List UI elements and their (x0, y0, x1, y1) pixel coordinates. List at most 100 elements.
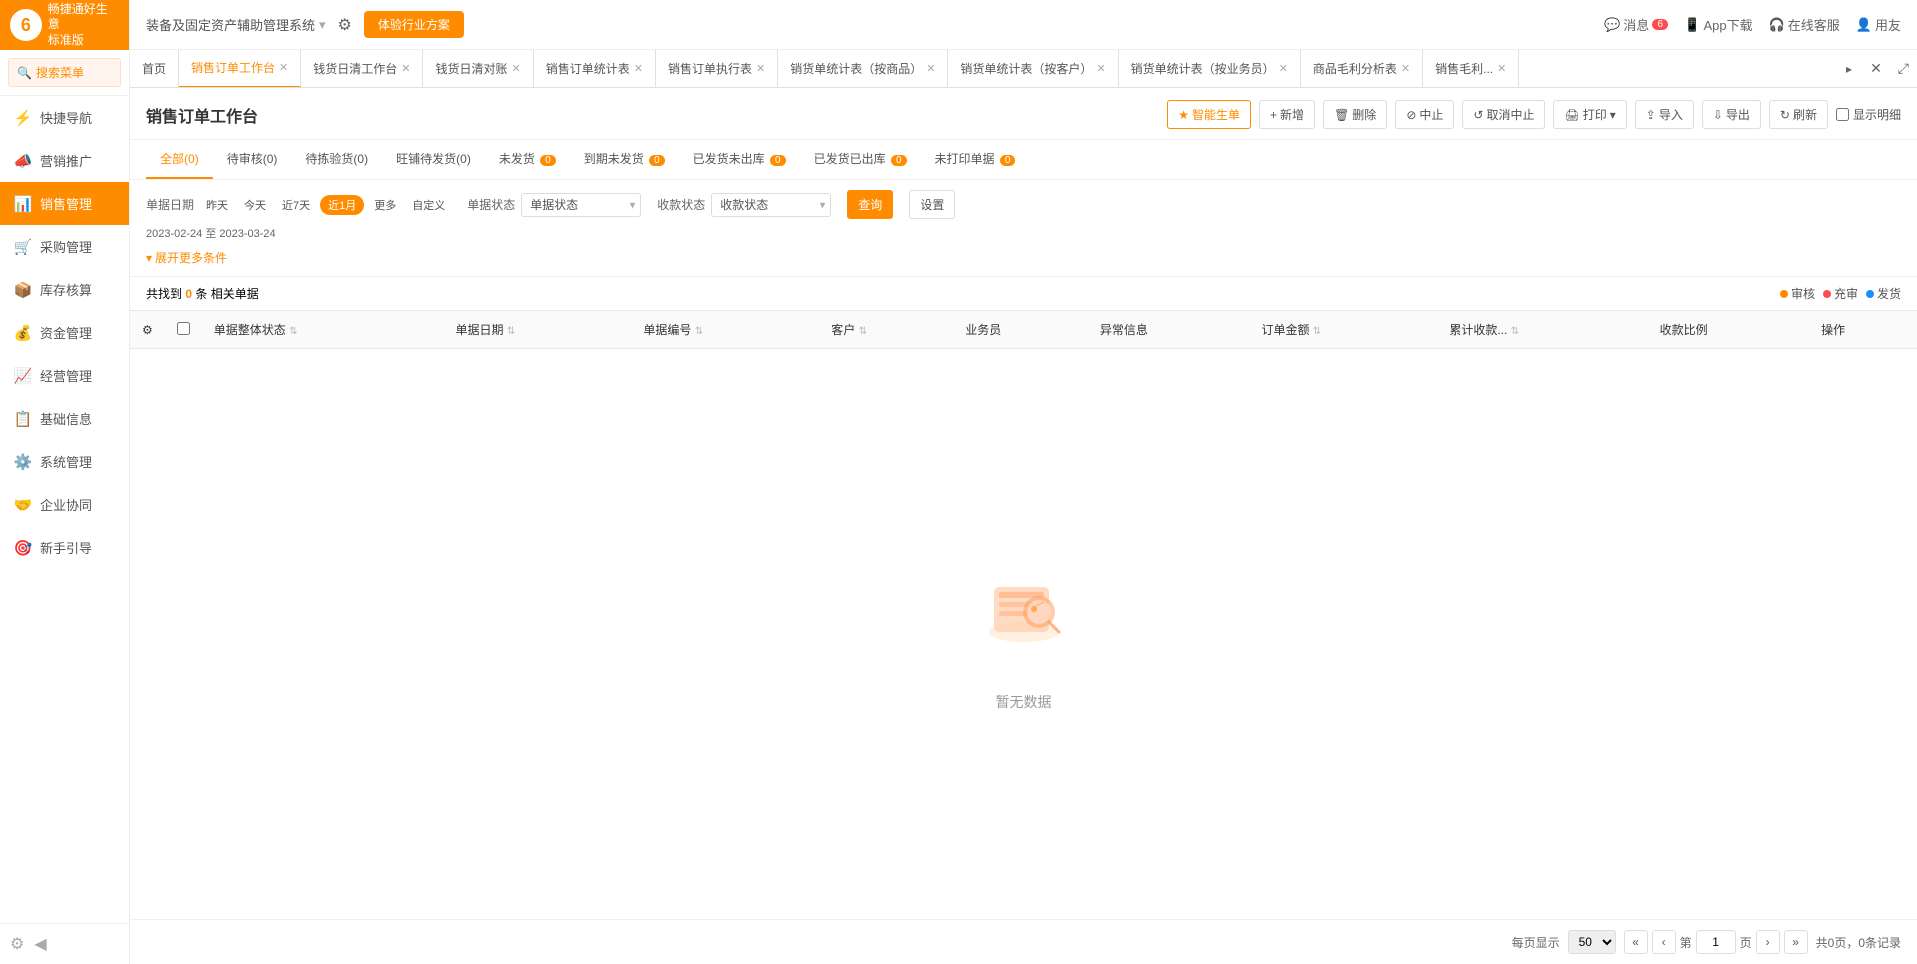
page-number-input[interactable] (1696, 930, 1736, 954)
tab-close-icon[interactable]: ✕ (634, 62, 643, 75)
date-btn-yesterday[interactable]: 昨天 (200, 195, 234, 215)
sub-tab-unprinted[interactable]: 未打印单据 0 (921, 140, 1030, 179)
tab-more-btn[interactable]: ▸ (1836, 50, 1862, 88)
sidebar-collapse-button[interactable]: ◀ (34, 934, 46, 954)
sidebar-item-operations[interactable]: 📈 经营管理 (0, 354, 129, 397)
ship-quick-btn[interactable]: 发货 (1866, 285, 1901, 302)
delete-button[interactable]: 🗑 删除 (1323, 100, 1387, 129)
sub-tab-overdue[interactable]: 到期未发货 0 (570, 140, 679, 179)
date-btn-7days[interactable]: 近7天 (276, 195, 316, 215)
first-page-btn[interactable]: « (1624, 930, 1648, 954)
date-btn-today[interactable]: 今天 (238, 195, 272, 215)
sort-icon[interactable]: ⇅ (695, 326, 703, 337)
cancel-review-quick-btn[interactable]: 充审 (1823, 285, 1858, 302)
sidebar-item-enterprise[interactable]: 🤝 企业协同 (0, 483, 129, 526)
tab-close-all-btn[interactable]: ✕ (1862, 50, 1890, 88)
sort-icon[interactable]: ⇅ (289, 326, 297, 337)
refresh-button[interactable]: ↻ 刷新 (1769, 100, 1828, 129)
tab-sales-exec[interactable]: 销售订单执行表 ✕ (656, 50, 778, 88)
phone-icon: 📱 (1684, 17, 1700, 33)
sort-icon[interactable]: ⇅ (1511, 326, 1519, 337)
tab-sales-stat[interactable]: 销售订单统计表 ✕ (534, 50, 656, 88)
cancel-stop-button[interactable]: ↺ 取消中止 (1462, 100, 1545, 129)
tab-close-icon[interactable]: ✕ (401, 62, 410, 75)
print-button[interactable]: 🖨 打印 ▾ (1553, 100, 1626, 129)
tab-sales-customer[interactable]: 销货单统计表（按客户） ✕ (948, 50, 1118, 88)
page-label: 第 (1680, 934, 1692, 951)
sidebar-item-purchase[interactable]: 🛒 采购管理 (0, 225, 129, 268)
next-page-btn[interactable]: › (1756, 930, 1780, 954)
table-footer: 每页显示 50 « ‹ 第 页 › » 共0页，0条记录 (130, 919, 1917, 964)
tab-sales-more[interactable]: 销售毛利... ✕ (1423, 50, 1519, 88)
sidebar-item-system[interactable]: ⚙️ 系统管理 (0, 440, 129, 483)
page-size-select[interactable]: 50 (1568, 930, 1616, 954)
sort-icon[interactable]: ⇅ (859, 326, 867, 337)
tab-close-icon[interactable]: ✕ (512, 62, 521, 75)
online-service-btn[interactable]: 🎧 在线客服 (1769, 15, 1840, 34)
export-button[interactable]: ⇩ 导出 (1702, 100, 1761, 129)
settings-icon[interactable]: ⚙ (338, 15, 352, 35)
sidebar-item-inventory[interactable]: 📦 库存核算 (0, 268, 129, 311)
filter-settings-button[interactable]: 设置 (909, 190, 955, 219)
tab-close-icon[interactable]: ✕ (1497, 62, 1506, 75)
tab-sales-staff[interactable]: 销货单统计表（按业务员） ✕ (1119, 50, 1301, 88)
tab-close-icon[interactable]: ✕ (279, 61, 288, 74)
smart-gen-button[interactable]: ★ 智能生单 (1167, 100, 1251, 129)
tab-sales-product[interactable]: 销货单统计表（按商品） ✕ (778, 50, 948, 88)
show-detail-toggle[interactable]: 显示明细 (1836, 106, 1901, 123)
sub-tab-pending-review[interactable]: 待审核(0) (213, 140, 292, 179)
tab-home[interactable]: 首页 (130, 50, 179, 88)
tab-close-icon[interactable]: ✕ (1401, 62, 1410, 75)
tab-close-icon[interactable]: ✕ (1279, 62, 1288, 75)
count-value: 0 (185, 287, 192, 301)
sidebar-settings-button[interactable]: ⚙ (10, 934, 24, 954)
sort-icon[interactable]: ⇅ (507, 326, 515, 337)
sub-tab-shipped-out[interactable]: 已发货已出库 0 (800, 140, 921, 179)
date-btn-more[interactable]: 更多 (368, 195, 402, 215)
sidebar-item-sales[interactable]: 📊 销售管理 (0, 182, 129, 225)
review-quick-btn[interactable]: 审核 (1780, 285, 1815, 302)
sub-tab-shipped-not-out[interactable]: 已发货未出库 0 (679, 140, 800, 179)
select-all-checkbox[interactable] (177, 322, 190, 335)
prev-page-btn[interactable]: ‹ (1652, 930, 1676, 954)
date-btn-1month[interactable]: 近1月 (320, 195, 364, 215)
unprinted-count-badge: 0 (1000, 155, 1016, 166)
sidebar-item-quick-nav[interactable]: ⚡ 快捷导航 (0, 96, 129, 139)
sidebar-item-guide[interactable]: 🎯 新手引导 (0, 526, 129, 569)
sub-tab-wangpu[interactable]: 旺铺待发货(0) (382, 140, 485, 179)
import-button[interactable]: ⇪ 导入 (1635, 100, 1694, 129)
expand-filter-button[interactable]: ▾ 展开更多条件 (146, 249, 1901, 266)
tab-sales-workbench[interactable]: 销售订单工作台 ✕ (179, 50, 301, 88)
col-date: 单据日期 ⇅ (443, 311, 631, 349)
add-button[interactable]: + 新增 (1259, 100, 1315, 129)
app-download-btn[interactable]: 📱 App下载 (1684, 15, 1752, 34)
sidebar-item-marketing[interactable]: 📣 营销推广 (0, 139, 129, 182)
message-btn[interactable]: 💬 消息 6 (1604, 15, 1668, 34)
sidebar-item-basic-info[interactable]: 📋 基础信息 (0, 397, 129, 440)
tab-expand-btn[interactable]: ⤢ (1890, 50, 1917, 88)
tab-close-icon[interactable]: ✕ (926, 62, 935, 75)
show-detail-checkbox[interactable] (1836, 108, 1849, 121)
user-btn[interactable]: 👤 用友 (1856, 15, 1901, 34)
tab-sales-margin[interactable]: 商品毛利分析表 ✕ (1301, 50, 1423, 88)
stop-button[interactable]: ⊘ 中止 (1395, 100, 1454, 129)
tab-cash-daily[interactable]: 钱货日清工作台 ✕ (301, 50, 423, 88)
tab-cash-reconcile[interactable]: 钱货日清对账 ✕ (423, 50, 533, 88)
sidebar-item-finance[interactable]: 💰 资金管理 (0, 311, 129, 354)
tab-close-icon[interactable]: ✕ (1096, 62, 1105, 75)
sub-tab-all[interactable]: 全部(0) (146, 140, 213, 179)
col-settings[interactable]: ⚙ (130, 311, 165, 349)
query-button[interactable]: 查询 (847, 190, 893, 219)
search-menu-button[interactable]: 🔍 搜索菜单 (8, 58, 121, 87)
date-btn-custom[interactable]: 自定义 (406, 195, 451, 215)
sales-margin-tab-label: 商品毛利分析表 (1313, 60, 1397, 77)
sort-icon[interactable]: ⇅ (1313, 326, 1321, 337)
sub-tab-unshipped[interactable]: 未发货 0 (485, 140, 570, 179)
status-select[interactable]: 单据状态 (521, 193, 641, 217)
payment-select[interactable]: 收款状态 (711, 193, 831, 217)
sub-tab-pending-check[interactable]: 待拣验货(0) (291, 140, 382, 179)
last-page-btn[interactable]: » (1784, 930, 1808, 954)
tab-close-icon[interactable]: ✕ (756, 62, 765, 75)
experience-btn[interactable]: 体验行业方案 (364, 11, 464, 38)
data-table: ⚙ 单据整体状态 ⇅ 单据日期 (130, 310, 1917, 349)
